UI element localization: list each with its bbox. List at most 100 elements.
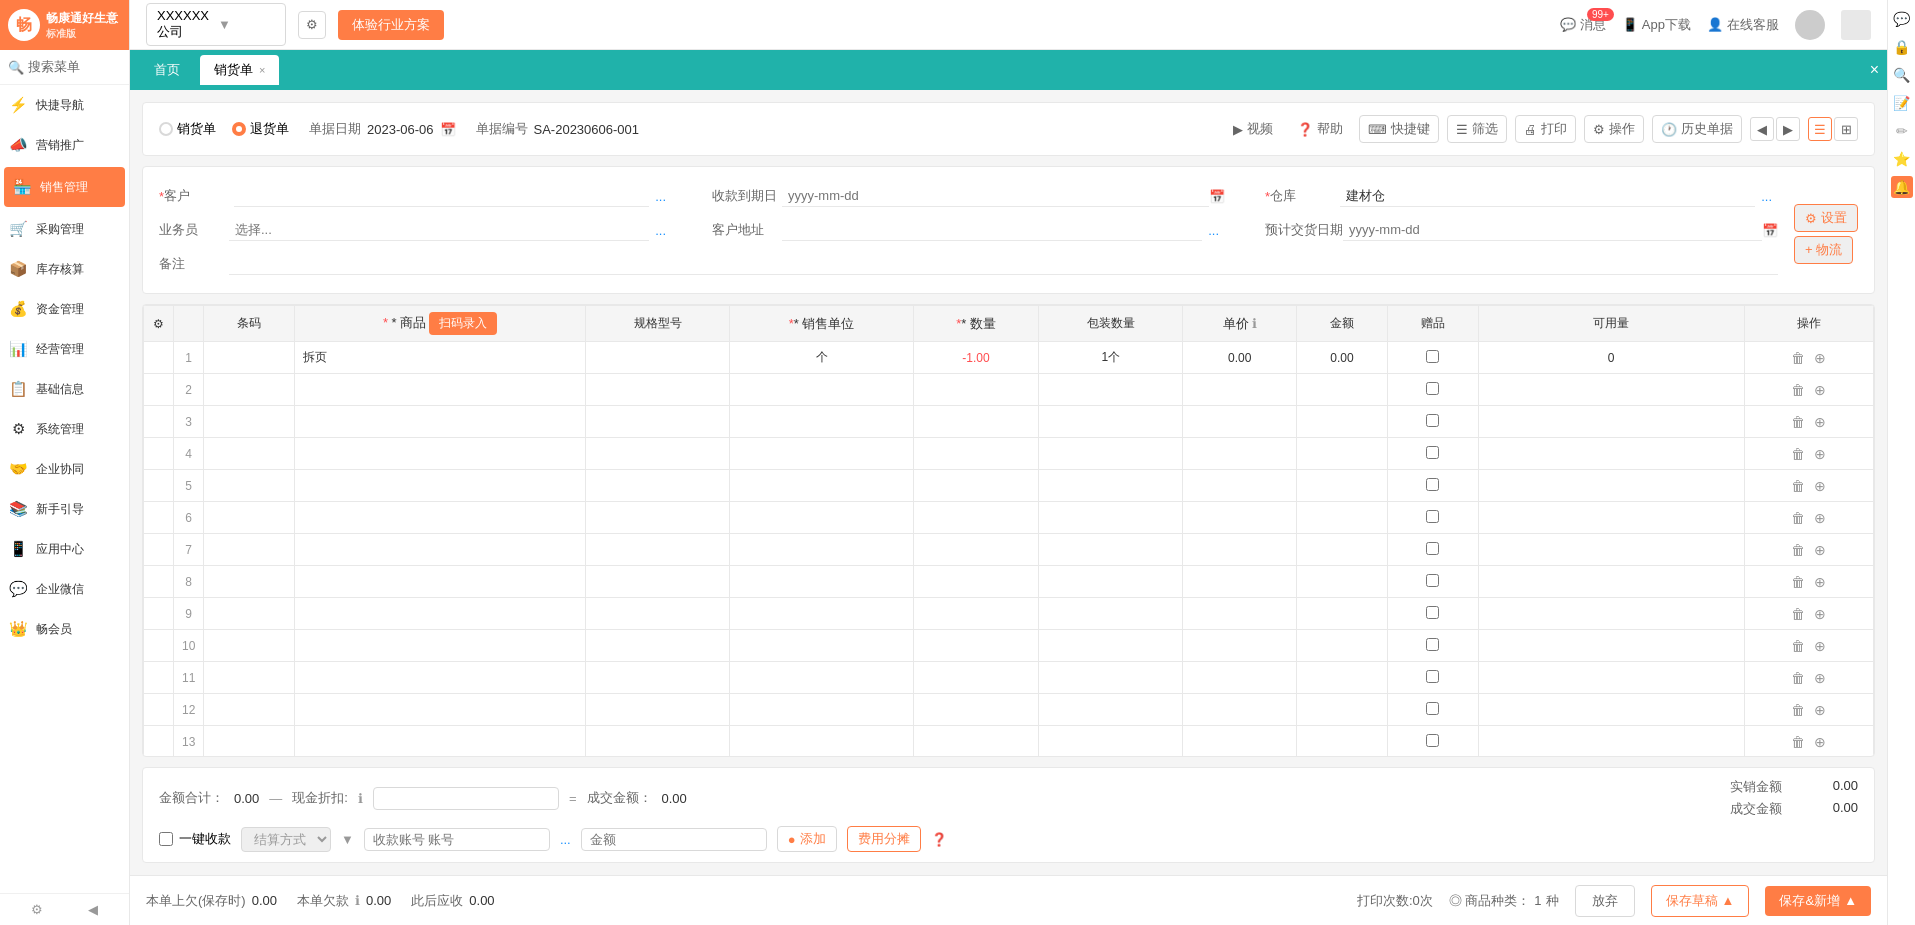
col-product-cell[interactable] [295,598,586,630]
col-product-cell[interactable] [295,630,586,662]
expected-date-calendar-icon[interactable]: 📅 [1762,223,1778,238]
print-btn[interactable]: 🖨 打印 [1515,115,1576,143]
col-price-cell[interactable]: 0.00 [1183,342,1297,374]
copy-row-icon[interactable]: ⊕ [1811,478,1829,494]
col-price-cell[interactable] [1183,694,1297,726]
due-date-calendar-icon[interactable]: 📅 [1209,189,1225,204]
col-product-cell[interactable] [295,470,586,502]
col-product-cell[interactable] [295,502,586,534]
copy-row-icon[interactable]: ⊕ [1811,414,1829,430]
abandon-button[interactable]: 放弃 [1575,885,1635,917]
col-price-cell[interactable] [1183,630,1297,662]
settings-button[interactable]: ⚙ [298,11,326,39]
col-product-cell[interactable] [295,694,586,726]
radio-return-order[interactable]: 退货单 [232,120,289,138]
sidebar-item-sales[interactable]: 🏪 销售管理 [4,167,125,207]
col-qty-cell[interactable] [913,502,1039,534]
col-product-cell[interactable] [295,662,586,694]
col-price-cell[interactable] [1183,470,1297,502]
delete-row-icon[interactable]: 🗑 [1788,702,1808,718]
delete-row-icon[interactable]: 🗑 [1788,510,1808,526]
col-product-cell[interactable]: 拆页 [295,342,586,374]
warehouse-more[interactable]: ... [1755,189,1778,204]
customer-addr-input[interactable] [782,219,1202,241]
delete-row-icon[interactable]: 🗑 [1788,638,1808,654]
sidebar-item-collab[interactable]: 🤝 企业协同 [0,449,129,489]
sidebar-item-basic[interactable]: 📋 基础信息 [0,369,129,409]
col-qty-cell[interactable] [913,662,1039,694]
col-product-cell[interactable] [295,438,586,470]
sidebar-item-purchase[interactable]: 🛒 采购管理 [0,209,129,249]
radio-sales-order[interactable]: 销货单 [159,120,216,138]
col-product-cell[interactable] [295,406,586,438]
salesperson-input[interactable] [229,219,649,241]
tab-close-icon[interactable]: × [259,64,265,76]
delete-row-icon[interactable]: 🗑 [1788,670,1808,686]
sidebar-item-management[interactable]: 📊 经营管理 [0,329,129,369]
right-panel-btn-2[interactable]: 🔒 [1891,36,1913,58]
col-qty-cell[interactable] [913,438,1039,470]
customer-addr-more[interactable]: ... [1202,223,1225,238]
sidebar-item-apps[interactable]: 📱 应用中心 [0,529,129,569]
prev-arrow[interactable]: ◀ [1750,117,1774,141]
warehouse-input[interactable] [1340,185,1755,207]
col-product-cell[interactable] [295,534,586,566]
col-price-cell[interactable] [1183,534,1297,566]
right-panel-btn-6[interactable]: ⭐ [1891,148,1913,170]
sidebar-item-member[interactable]: 👑 畅会员 [0,609,129,649]
delete-row-icon[interactable]: 🗑 [1788,382,1808,398]
sidebar-item-marketing[interactable]: 📣 营销推广 [0,125,129,165]
copy-row-icon[interactable]: ⊕ [1811,670,1829,686]
delete-row-icon[interactable]: 🗑 [1788,542,1808,558]
notes-input[interactable] [229,253,1778,275]
online-service-button[interactable]: 👤 在线客服 [1707,16,1779,34]
copy-row-icon[interactable]: ⊕ [1811,510,1829,526]
cost-alloc-button[interactable]: 费用分摊 [847,826,921,852]
amount-input[interactable] [581,828,767,851]
col-qty-cell[interactable] [913,566,1039,598]
setup-button[interactable]: ⚙ 设置 [1794,204,1858,232]
copy-row-icon[interactable]: ⊕ [1811,606,1829,622]
collapse-icon[interactable]: ◀ [88,902,98,917]
logistics-button[interactable]: + 物流 [1794,236,1853,264]
expected-date-input[interactable] [1343,219,1762,241]
search-menu-item[interactable]: 🔍 搜索菜单 [0,50,129,85]
save-new-button[interactable]: 保存&新增 ▲ [1765,886,1871,916]
copy-row-icon[interactable]: ⊕ [1811,542,1829,558]
save-draft-button[interactable]: 保存草稿 ▲ [1651,885,1750,917]
right-panel-btn-7[interactable]: 🔔 [1891,176,1913,198]
delete-row-icon[interactable]: 🗑 [1788,414,1808,430]
video-btn[interactable]: ▶ 视频 [1225,116,1281,142]
col-qty-cell[interactable] [913,726,1039,758]
col-price-cell[interactable] [1183,406,1297,438]
col-price-cell[interactable] [1183,502,1297,534]
col-price-cell[interactable] [1183,662,1297,694]
right-panel-btn-1[interactable]: 💬 [1891,8,1913,30]
list-view-btn[interactable]: ☰ [1808,117,1832,141]
add-payment-button[interactable]: ● 添加 [777,826,837,852]
tab-sales-order[interactable]: 销货单 × [200,55,279,85]
ops-btn[interactable]: ⚙ 操作 [1584,115,1644,143]
col-qty-cell[interactable] [913,598,1039,630]
copy-row-icon[interactable]: ⊕ [1811,734,1829,750]
tab-home[interactable]: 首页 [138,55,196,85]
sidebar-item-finance[interactable]: 💰 资金管理 [0,289,129,329]
col-product-cell[interactable] [295,374,586,406]
pay-method-select[interactable]: 结算方式 [241,827,331,852]
delete-row-icon[interactable]: 🗑 [1788,574,1808,590]
delete-row-icon[interactable]: 🗑 [1788,478,1808,494]
copy-row-icon[interactable]: ⊕ [1811,350,1829,366]
settings-bottom-icon[interactable]: ⚙ [31,902,43,917]
message-button[interactable]: 💬 消息 99+ [1560,16,1606,34]
account-input[interactable] [364,828,550,851]
copy-row-icon[interactable]: ⊕ [1811,574,1829,590]
col-settings-header[interactable]: ⚙ [144,306,174,342]
help-btn[interactable]: ❓ 帮助 [1289,116,1351,142]
col-qty-cell[interactable] [913,470,1039,502]
sidebar-item-system[interactable]: ⚙ 系统管理 [0,409,129,449]
sidebar-item-quicknav[interactable]: ⚡ 快捷导航 [0,85,129,125]
col-qty-cell[interactable] [913,406,1039,438]
shortcut-btn[interactable]: ⌨ 快捷键 [1359,115,1439,143]
right-panel-btn-5[interactable]: ✏ [1891,120,1913,142]
col-price-cell[interactable] [1183,566,1297,598]
